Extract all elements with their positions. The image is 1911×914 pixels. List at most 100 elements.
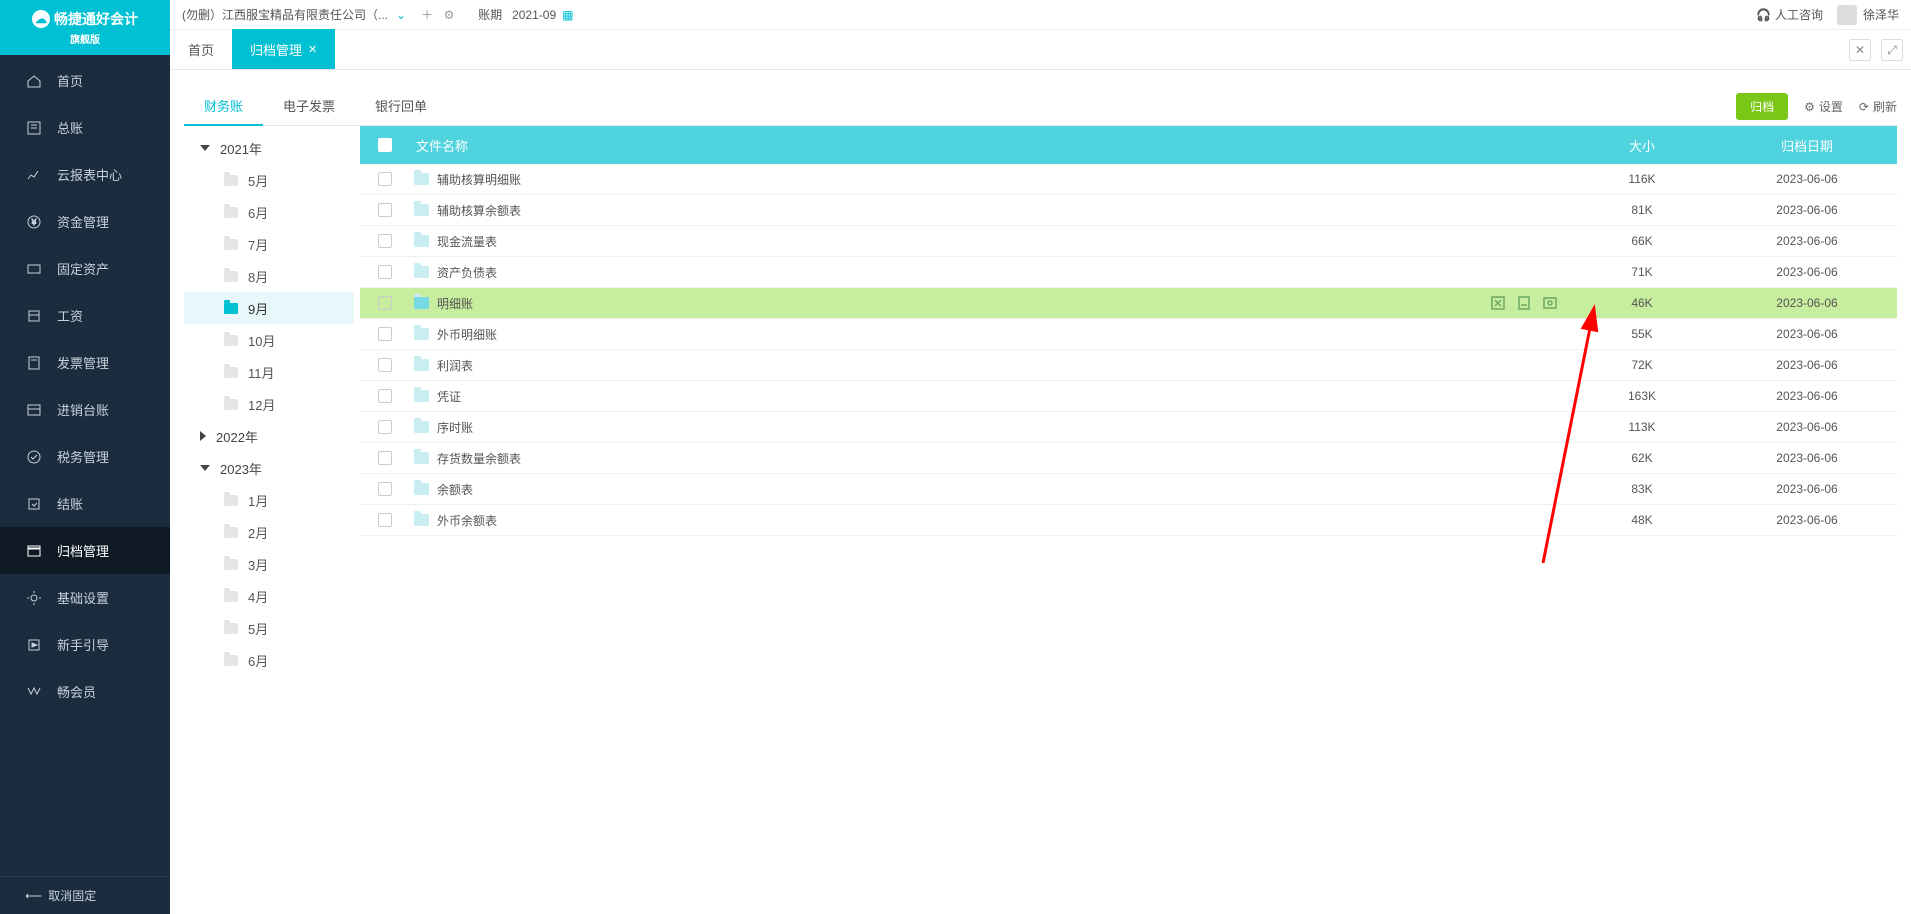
folder-icon [224, 207, 238, 218]
tree-month[interactable]: 4月 [184, 580, 354, 612]
tree-month[interactable]: 2月 [184, 516, 354, 548]
nav-asset[interactable]: 固定资产 [0, 245, 170, 292]
nav-fund[interactable]: ¥资金管理 [0, 198, 170, 245]
row-checkbox[interactable] [378, 296, 392, 310]
ledger-icon [25, 120, 43, 136]
row-checkbox[interactable] [378, 234, 392, 248]
row-checkbox[interactable] [378, 203, 392, 217]
nav-invoice[interactable]: 发票管理 [0, 339, 170, 386]
tree-month[interactable]: 5月 [184, 612, 354, 644]
settings-icon [25, 590, 43, 606]
tab-首页[interactable]: 首页 [170, 29, 232, 69]
tab-归档管理[interactable]: 归档管理✕ [232, 29, 335, 69]
row-checkbox[interactable] [378, 358, 392, 372]
row-checkbox[interactable] [378, 420, 392, 434]
sidebar-unpin[interactable]: ⟵ 取消固定 [0, 876, 170, 914]
table-row[interactable]: 现金流量表66K2023-06-06 [360, 226, 1897, 257]
file-name: 存货数量余额表 [437, 450, 521, 467]
calendar-icon[interactable]: ▦ [562, 8, 573, 22]
nav-archive[interactable]: 归档管理 [0, 527, 170, 574]
row-checkbox[interactable] [378, 265, 392, 279]
table-row[interactable]: 利润表72K2023-06-06 [360, 350, 1897, 381]
tree-year[interactable]: 2021年 [184, 132, 354, 164]
gear-icon[interactable]: ⚙ [438, 4, 460, 26]
tree-month[interactable]: 9月 [184, 292, 354, 324]
file-size: 163K [1567, 389, 1717, 403]
tree-month[interactable]: 8月 [184, 260, 354, 292]
year-month-tree: 2021年5月6月7月8月9月10月11月12月2022年2023年1月2月3月… [184, 126, 354, 914]
download-excel-icon[interactable] [1489, 294, 1507, 312]
archive-date: 2023-06-06 [1717, 451, 1897, 465]
tree-month[interactable]: 12月 [184, 388, 354, 420]
nav-report[interactable]: 云报表中心 [0, 151, 170, 198]
row-checkbox[interactable] [378, 513, 392, 527]
file-name: 外币余额表 [437, 512, 497, 529]
file-size: 116K [1567, 172, 1717, 186]
nav-home[interactable]: 首页 [0, 57, 170, 104]
archive-date: 2023-06-06 [1717, 234, 1897, 248]
close-tab-icon[interactable]: ✕ [1849, 39, 1871, 61]
settings-link[interactable]: ⚙设置 [1804, 98, 1843, 115]
table-row[interactable]: 明细账46K2023-06-06PDF查看 [360, 288, 1897, 319]
table-row[interactable]: 外币余额表48K2023-06-06 [360, 505, 1897, 536]
logo: ☁畅捷通好会计 旗舰版 [0, 0, 170, 55]
row-checkbox[interactable] [378, 327, 392, 341]
close-icon[interactable]: ✕ [308, 43, 317, 56]
chevron-down-icon[interactable]: ⌄ [396, 8, 406, 22]
plus-icon[interactable]: ＋ [416, 4, 438, 26]
table-row[interactable]: 凭证163K2023-06-06 [360, 381, 1897, 412]
company-selector[interactable]: (勿删）江西服宝精品有限责任公司（... [182, 6, 388, 23]
tree-month[interactable]: 7月 [184, 228, 354, 260]
consult-link[interactable]: 🎧 人工咨询 [1756, 6, 1823, 23]
tree-month[interactable]: 1月 [184, 484, 354, 516]
row-checkbox[interactable] [378, 451, 392, 465]
archive-button[interactable]: 归档 [1736, 93, 1788, 120]
archive-date: 2023-06-06 [1717, 482, 1897, 496]
subtab-财务账[interactable]: 财务账 [184, 88, 263, 126]
subtab-银行回单[interactable]: 银行回单 [355, 88, 447, 126]
col-date: 归档日期 [1717, 136, 1897, 155]
select-all-checkbox[interactable] [378, 138, 392, 152]
nav-salary[interactable]: 工资 [0, 292, 170, 339]
tree-month[interactable]: 6月 [184, 644, 354, 676]
row-checkbox[interactable] [378, 389, 392, 403]
table-header: 文件名称 大小 归档日期 [360, 126, 1897, 164]
user-menu[interactable]: 徐泽华 [1837, 5, 1899, 25]
nav-label: 发票管理 [57, 353, 109, 372]
archive-date: 2023-06-06 [1717, 358, 1897, 372]
tree-month[interactable]: 11月 [184, 356, 354, 388]
download-pdf-icon[interactable] [1515, 294, 1533, 312]
tree-month[interactable]: 6月 [184, 196, 354, 228]
nav-close[interactable]: 结账 [0, 480, 170, 527]
row-checkbox[interactable] [378, 172, 392, 186]
table-row[interactable]: 余额表83K2023-06-06 [360, 474, 1897, 505]
nav-tax[interactable]: 税务管理 [0, 433, 170, 480]
tree-month[interactable]: 10月 [184, 324, 354, 356]
tree-month[interactable]: 5月 [184, 164, 354, 196]
archive-date: 2023-06-06 [1717, 172, 1897, 186]
nav-ledger[interactable]: 总账 [0, 104, 170, 151]
nav-pos[interactable]: 进销台账 [0, 386, 170, 433]
row-checkbox[interactable] [378, 482, 392, 496]
table-row[interactable]: 辅助核算明细账116K2023-06-06 [360, 164, 1897, 195]
nav-vip[interactable]: 畅会员 [0, 668, 170, 715]
table-row[interactable]: 辅助核算余额表81K2023-06-06 [360, 195, 1897, 226]
table-row[interactable]: 外币明细账55K2023-06-06 [360, 319, 1897, 350]
file-size: 55K [1567, 327, 1717, 341]
fullscreen-icon[interactable]: ⤢ [1881, 39, 1903, 61]
refresh-link[interactable]: ⟳刷新 [1859, 98, 1897, 115]
subtab-电子发票[interactable]: 电子发票 [263, 88, 355, 126]
folder-icon [414, 359, 429, 371]
file-size: 62K [1567, 451, 1717, 465]
nav-settings[interactable]: 基础设置 [0, 574, 170, 621]
tree-year[interactable]: 2023年 [184, 452, 354, 484]
period-value[interactable]: 2021-09 [512, 8, 556, 22]
pdf-view-icon[interactable] [1541, 294, 1559, 312]
tree-month[interactable]: 3月 [184, 548, 354, 580]
tree-year[interactable]: 2022年 [184, 420, 354, 452]
table-row[interactable]: 资产负债表71K2023-06-06 [360, 257, 1897, 288]
nav-label: 固定资产 [57, 259, 109, 278]
nav-guide[interactable]: 新手引导 [0, 621, 170, 668]
table-row[interactable]: 序时账113K2023-06-06 [360, 412, 1897, 443]
table-row[interactable]: 存货数量余额表 62K2023-06-06 [360, 443, 1897, 474]
